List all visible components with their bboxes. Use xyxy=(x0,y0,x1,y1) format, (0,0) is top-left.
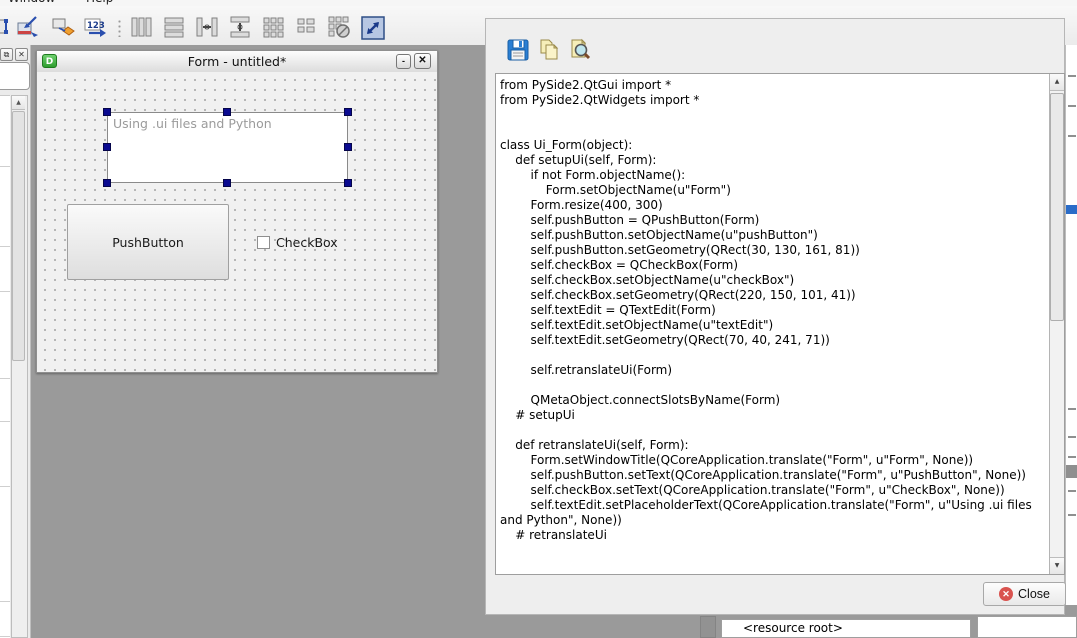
widget-box-list[interactable] xyxy=(0,95,10,638)
panel-fragment xyxy=(1068,408,1076,410)
selection-handle-top-left[interactable] xyxy=(103,108,111,116)
code-scrollbar[interactable]: ▲ ▼ xyxy=(1049,74,1064,574)
form-editor-window: D Form - untitled* - ✕ Using .ui files a… xyxy=(36,50,438,373)
adjust-size-icon xyxy=(360,15,386,41)
list-separator xyxy=(0,421,10,422)
menu-window[interactable]: Window xyxy=(8,0,55,5)
edit-widgets-icon xyxy=(0,15,11,39)
selection-handle-bottom-left[interactable] xyxy=(103,179,111,187)
selection-handle-bottom-mid[interactable] xyxy=(223,179,231,187)
list-separator xyxy=(0,601,10,602)
panel-fragment xyxy=(1068,456,1076,458)
list-separator xyxy=(0,378,10,379)
checkbox-widget[interactable]: CheckBox xyxy=(257,222,358,263)
splitter-horizontal-button[interactable] xyxy=(195,15,219,39)
layout-horizontal-icon xyxy=(129,15,153,39)
list-separator xyxy=(0,246,10,247)
layout-form-button[interactable] xyxy=(294,15,318,39)
list-separator xyxy=(0,486,10,487)
list-separator xyxy=(0,636,10,637)
checkbox-indicator[interactable] xyxy=(257,236,270,249)
panel-fragment xyxy=(1068,105,1076,107)
panel-fragment xyxy=(1066,465,1077,478)
scroll-up-icon[interactable]: ▲ xyxy=(1050,74,1064,91)
form-window-title: Form - untitled* xyxy=(37,54,437,69)
close-button-label: Close xyxy=(1018,587,1050,601)
resource-root-label: <resource root> xyxy=(743,621,843,635)
widget-box-panel: ⧉ ✕ ▲ xyxy=(0,45,31,638)
adjust-size-button[interactable] xyxy=(360,15,386,41)
qt-designer-screen: Window Help 123 xyxy=(0,0,1077,638)
edit-signals-slots-icon xyxy=(16,15,40,39)
panel-fragment xyxy=(1068,490,1076,492)
textedit-placeholder: Using .ui files and Python xyxy=(113,116,272,131)
panel-fragment xyxy=(1068,75,1076,77)
layout-vertical-button[interactable] xyxy=(162,15,186,39)
layout-grid-icon xyxy=(261,15,285,39)
find-icon xyxy=(567,37,593,63)
panel-fragment xyxy=(1068,135,1076,137)
layout-form-icon xyxy=(294,15,318,39)
close-circle-icon: ✕ xyxy=(999,587,1013,601)
find-button[interactable] xyxy=(567,37,593,63)
layout-vertical-icon xyxy=(162,15,186,39)
selection-handle-top-right[interactable] xyxy=(344,108,352,116)
edit-tab-order-icon: 123 xyxy=(83,15,107,39)
scrollbar-thumb[interactable] xyxy=(12,111,25,361)
copy-button[interactable] xyxy=(536,37,562,63)
splitter-horizontal-icon xyxy=(195,15,219,39)
selected-row-fragment xyxy=(1066,205,1077,214)
selection-handle-top-mid[interactable] xyxy=(223,108,231,116)
menu-help[interactable]: Help xyxy=(86,0,113,5)
generated-python-code[interactable]: from PySide2.QtGui import * from PySide2… xyxy=(496,74,1049,574)
pushbutton-widget[interactable]: PushButton xyxy=(67,204,229,280)
dock-float-button[interactable]: ⧉ xyxy=(0,48,13,61)
edit-signals-slots-button[interactable] xyxy=(16,15,40,39)
scroll-up-icon[interactable]: ▲ xyxy=(12,96,25,110)
svg-text:123: 123 xyxy=(87,21,105,31)
copy-icon xyxy=(536,37,562,63)
scroll-down-icon[interactable]: ▼ xyxy=(1050,557,1064,574)
break-layout-icon xyxy=(327,15,351,39)
break-layout-button[interactable] xyxy=(327,15,351,39)
scrollbar-thumb[interactable] xyxy=(1050,93,1064,321)
save-button[interactable] xyxy=(505,37,531,63)
edit-widgets-button[interactable] xyxy=(0,15,11,39)
resource-panel-button-fragment[interactable] xyxy=(700,616,716,638)
form-minimize-button[interactable]: - xyxy=(396,54,411,69)
resource-tree-fragment[interactable]: <resource root> xyxy=(721,619,971,638)
form-close-button[interactable]: ✕ xyxy=(414,53,431,69)
edit-buddies-icon xyxy=(51,15,75,39)
toolbar-separator xyxy=(118,19,121,37)
selection-handle-mid-right[interactable] xyxy=(344,143,352,151)
splitter-vertical-button[interactable] xyxy=(228,15,252,39)
code-preview-dialog: from PySide2.QtGui import * from PySide2… xyxy=(485,18,1065,615)
textedit-widget[interactable]: Using .ui files and Python xyxy=(107,112,348,183)
close-dialog-button[interactable]: ✕ Close xyxy=(983,582,1066,606)
selection-handle-bottom-right[interactable] xyxy=(344,179,352,187)
save-icon xyxy=(505,37,531,63)
dock-close-button[interactable]: ✕ xyxy=(15,48,28,61)
resource-list-fragment[interactable] xyxy=(977,616,1077,638)
selection-handle-mid-left[interactable] xyxy=(103,143,111,151)
edit-buddies-button[interactable] xyxy=(51,15,75,39)
splitter-vertical-icon xyxy=(228,15,252,39)
list-separator xyxy=(0,291,10,292)
checkbox-label: CheckBox xyxy=(276,235,338,250)
form-canvas[interactable]: Using .ui files and Python PushButton Ch… xyxy=(37,72,437,372)
widget-filter-input[interactable] xyxy=(0,62,30,90)
form-window-titlebar[interactable]: D Form - untitled* - ✕ xyxy=(37,51,437,73)
code-view[interactable]: from PySide2.QtGui import * from PySide2… xyxy=(495,73,1065,575)
layout-horizontal-button[interactable] xyxy=(129,15,153,39)
widget-box-scrollbar[interactable]: ▲ xyxy=(11,95,28,638)
right-panel-sliver xyxy=(1065,45,1077,605)
list-separator xyxy=(0,166,10,167)
panel-fragment xyxy=(1068,436,1076,438)
panel-fragment xyxy=(1068,514,1076,516)
layout-grid-button[interactable] xyxy=(261,15,285,39)
edit-tab-order-button[interactable]: 123 xyxy=(83,15,107,39)
